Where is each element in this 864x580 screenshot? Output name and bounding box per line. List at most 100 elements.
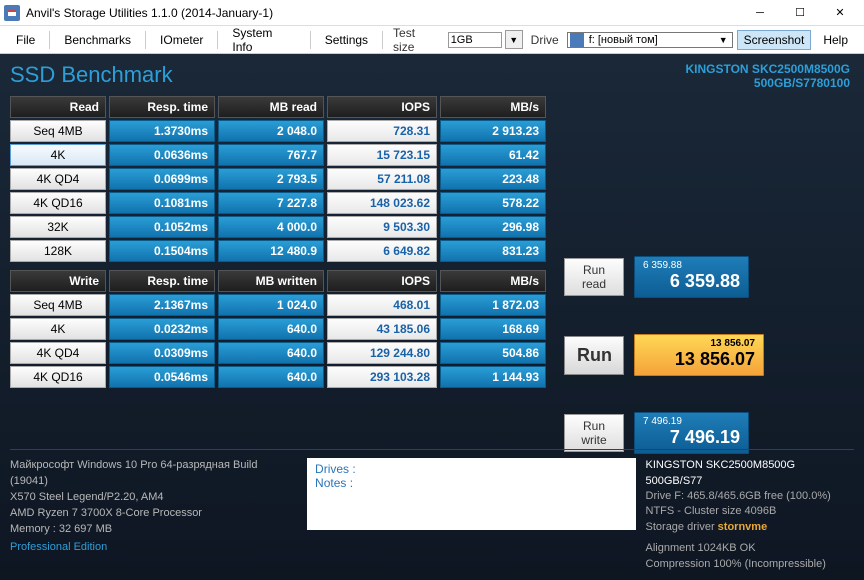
di-alignment: Alignment 1024KB OK xyxy=(646,541,854,556)
di-driver: stornvme xyxy=(718,521,768,533)
col-header: MB/s xyxy=(440,270,546,292)
separator xyxy=(145,31,146,49)
separator xyxy=(310,31,311,49)
read-score: 6 359.88 6 359.88 xyxy=(634,256,749,298)
cell-iops: 57 211.08 xyxy=(327,168,437,190)
cell-resp: 0.0232ms xyxy=(109,318,215,340)
cell-resp: 2.1367ms xyxy=(109,294,215,316)
drive-select[interactable] xyxy=(587,33,717,47)
col-header: Write xyxy=(10,270,106,292)
row-label[interactable]: Seq 4MB xyxy=(10,120,106,142)
total-score-big: 13 856.07 xyxy=(643,349,755,370)
cell-mbs: 504.86 xyxy=(440,342,546,364)
drive-model-line2: 500GB/S7780100 xyxy=(685,76,850,90)
sys-cpu: AMD Ryzen 7 3700X 8-Core Processor xyxy=(10,506,297,522)
cell-resp: 0.0546ms xyxy=(109,366,215,388)
cell-mb: 2 793.5 xyxy=(218,168,324,190)
run-write-button[interactable]: Run write xyxy=(564,414,624,452)
drive-model-line1: KINGSTON SKC2500M8500G xyxy=(685,62,850,76)
col-header: Read xyxy=(10,96,106,118)
run-button[interactable]: Run xyxy=(564,336,624,375)
cell-iops: 9 503.30 xyxy=(327,216,437,238)
cell-mb: 640.0 xyxy=(218,342,324,364)
cell-iops: 728.31 xyxy=(327,120,437,142)
cell-mb: 4 000.0 xyxy=(218,216,324,238)
cell-iops: 468.01 xyxy=(327,294,437,316)
row-label[interactable]: 4K xyxy=(10,144,106,166)
row-label[interactable]: 4K xyxy=(10,318,106,340)
di-model: KINGSTON SKC2500M8500G 500GB/S77 xyxy=(646,458,854,489)
testsize-select[interactable] xyxy=(448,32,502,48)
cell-mbs: 168.69 xyxy=(440,318,546,340)
col-header: Resp. time xyxy=(109,270,215,292)
sys-os: Майкрософт Windows 10 Pro 64-разрядная B… xyxy=(10,458,297,490)
cell-mbs: 1 872.03 xyxy=(440,294,546,316)
separator xyxy=(49,31,50,49)
cell-resp: 0.0636ms xyxy=(109,144,215,166)
cell-resp: 0.0309ms xyxy=(109,342,215,364)
cell-mbs: 2 913.23 xyxy=(440,120,546,142)
sys-motherboard: X570 Steel Legend/P2.20, AM4 xyxy=(10,490,297,506)
drive-model: KINGSTON SKC2500M8500G 500GB/S7780100 xyxy=(685,62,850,90)
total-score-small: 13 856.07 xyxy=(643,338,755,349)
menu-iometer[interactable]: IOmeter xyxy=(152,29,211,51)
separator xyxy=(217,31,218,49)
cell-mbs: 296.98 xyxy=(440,216,546,238)
notes-box[interactable]: Drives : Notes : xyxy=(307,458,635,530)
row-label[interactable]: 4K QD4 xyxy=(10,342,106,364)
cell-iops: 6 649.82 xyxy=(327,240,437,262)
menu-help[interactable]: Help xyxy=(815,29,856,51)
bottom-info: Майкрософт Windows 10 Pro 64-разрядная B… xyxy=(10,449,854,572)
run-read-button[interactable]: Run read xyxy=(564,258,624,296)
cell-mb: 1 024.0 xyxy=(218,294,324,316)
col-header: Resp. time xyxy=(109,96,215,118)
drive-icon xyxy=(570,33,584,47)
col-header: IOPS xyxy=(327,270,437,292)
cell-mbs: 223.48 xyxy=(440,168,546,190)
cell-mbs: 61.42 xyxy=(440,144,546,166)
cell-mbs: 1 144.93 xyxy=(440,366,546,388)
main-panel: SSD Benchmark KINGSTON SKC2500M8500G 500… xyxy=(0,54,864,580)
read-score-big: 6 359.88 xyxy=(643,271,740,292)
close-button[interactable]: ✕ xyxy=(820,1,860,25)
cell-mb: 7 227.8 xyxy=(218,192,324,214)
testsize-dropdown-icon[interactable]: ▼ xyxy=(505,30,523,49)
di-driver-label: Storage driver xyxy=(646,521,715,533)
cell-mbs: 578.22 xyxy=(440,192,546,214)
cell-resp: 0.1052ms xyxy=(109,216,215,238)
row-label[interactable]: 4K QD16 xyxy=(10,192,106,214)
screenshot-button[interactable]: Screenshot xyxy=(737,30,812,50)
row-label[interactable]: 4K QD16 xyxy=(10,366,106,388)
write-score: 7 496.19 7 496.19 xyxy=(634,412,749,454)
cell-resp: 0.0699ms xyxy=(109,168,215,190)
cell-iops: 43 185.06 xyxy=(327,318,437,340)
cell-mb: 640.0 xyxy=(218,318,324,340)
drives-label: Drives : xyxy=(315,462,627,476)
minimize-button[interactable]: ─ xyxy=(740,1,780,25)
row-label[interactable]: 128K xyxy=(10,240,106,262)
app-icon xyxy=(4,5,20,21)
cell-iops: 293 103.28 xyxy=(327,366,437,388)
edition-label: Professional Edition xyxy=(10,540,297,556)
drive-dropdown-icon[interactable]: ▼ xyxy=(717,35,730,45)
menu-sysinfo[interactable]: System Info xyxy=(224,22,303,58)
menu-benchmarks[interactable]: Benchmarks xyxy=(56,29,139,51)
maximize-button[interactable]: ☐ xyxy=(780,1,820,25)
col-header: MB written xyxy=(218,270,324,292)
cell-mb: 2 048.0 xyxy=(218,120,324,142)
menu-settings[interactable]: Settings xyxy=(317,29,376,51)
col-header: MB/s xyxy=(440,96,546,118)
row-label[interactable]: 4K QD4 xyxy=(10,168,106,190)
menu-file[interactable]: File xyxy=(8,29,43,51)
read-score-small: 6 359.88 xyxy=(643,260,740,271)
drive-label: Drive xyxy=(527,33,563,47)
results-tables: ReadResp. timeMB readIOPSMB/sSeq 4MB1.37… xyxy=(10,96,546,390)
cell-mb: 12 480.9 xyxy=(218,240,324,262)
di-compression: Compression 100% (Incompressible) xyxy=(646,557,854,572)
write-score-big: 7 496.19 xyxy=(643,427,740,448)
row-label[interactable]: Seq 4MB xyxy=(10,294,106,316)
row-label[interactable]: 32K xyxy=(10,216,106,238)
titlebar: Anvil's Storage Utilities 1.1.0 (2014-Ja… xyxy=(0,0,864,26)
cell-iops: 129 244.80 xyxy=(327,342,437,364)
di-free: Drive F: 465.8/465.6GB free (100.0%) xyxy=(646,489,854,504)
